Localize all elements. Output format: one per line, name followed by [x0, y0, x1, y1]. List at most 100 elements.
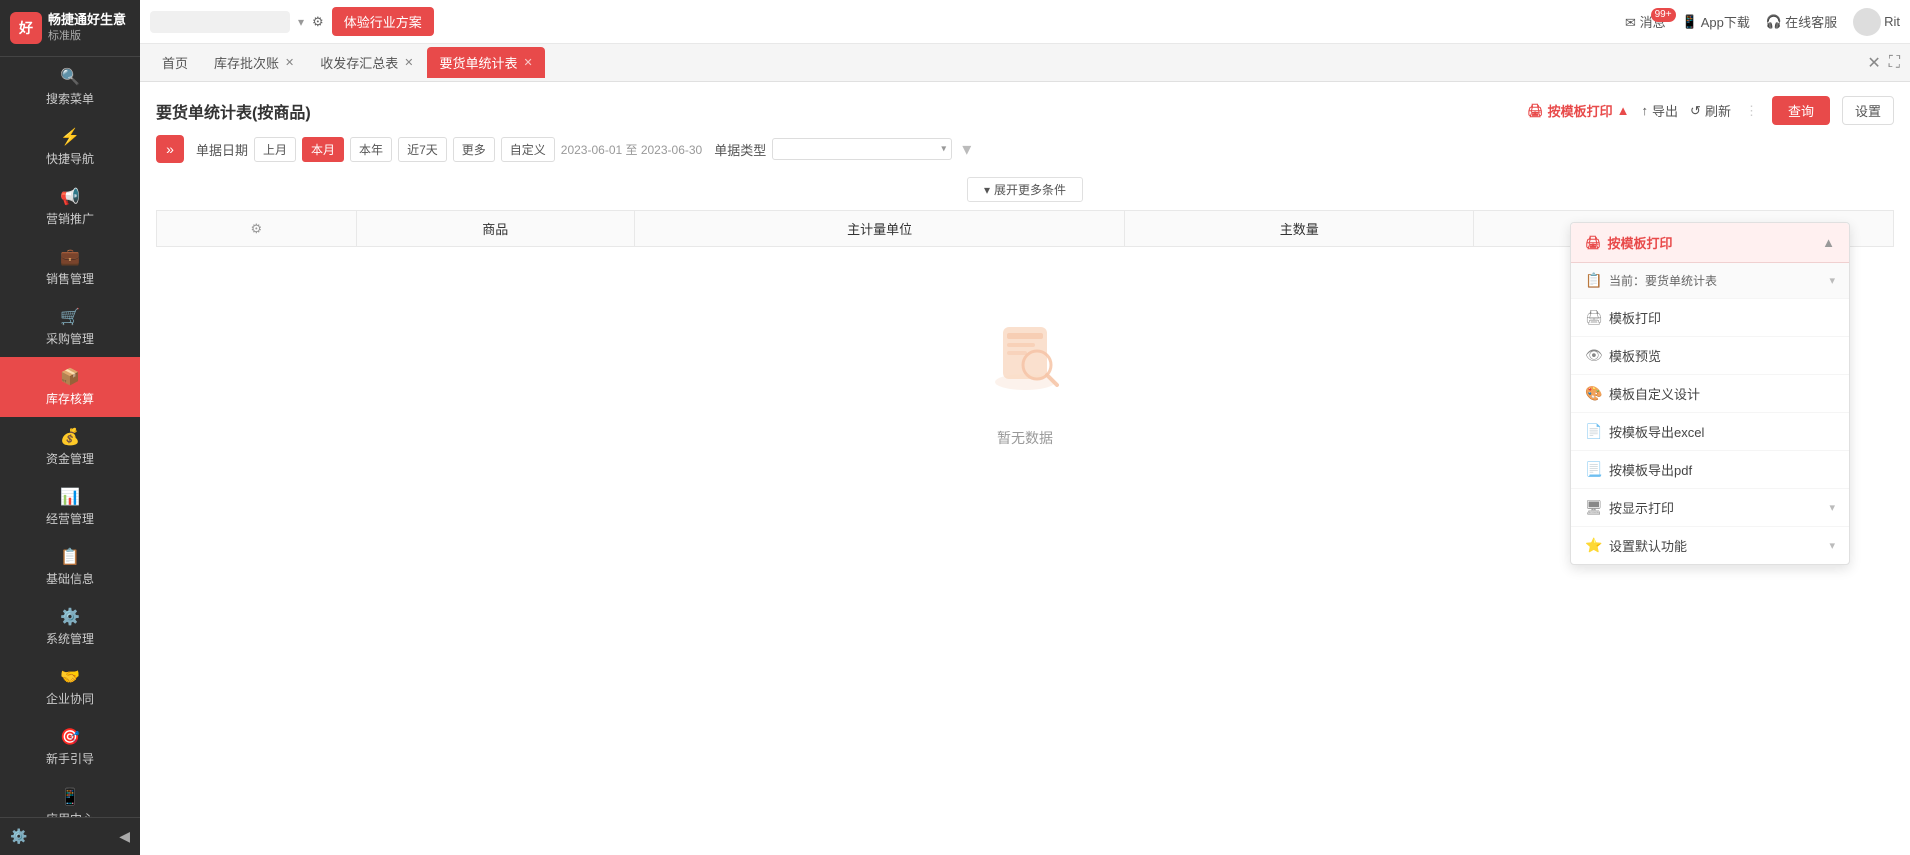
online-support-btn[interactable]: 🎧 在线客服 — [1766, 12, 1837, 31]
search-input[interactable] — [150, 11, 290, 33]
refresh-btn[interactable]: ↺ 刷新 — [1690, 101, 1731, 120]
sidebar: 好 畅捷通好生意 标准版 🔍 搜索菜单 ⚡ 快捷导航 📢 营销推广 💼 销售管理… — [0, 0, 140, 855]
tab-order-stats-label: 要货单统计表 — [439, 53, 517, 72]
sidebar-icon-finance: 💰 — [60, 427, 80, 447]
dropdown-header: 🖨 按模板打印 ▲ — [1571, 223, 1849, 263]
type-select[interactable] — [772, 138, 952, 160]
sidebar-item-guide[interactable]: 🎯 新手引导 — [0, 717, 140, 777]
print-dropdown-btn[interactable]: 🖨 按模板打印 ▲ — [1527, 101, 1629, 120]
tabbar: 首页 库存批次账 ✕ 收发存汇总表 ✕ 要货单统计表 ✕ ✕ ⛶ — [140, 44, 1910, 82]
sidebar-logo: 好 畅捷通好生意 标准版 — [0, 0, 140, 57]
dropdown-collapse-arrow[interactable]: ▲ — [1822, 235, 1835, 250]
dropdown-default-func[interactable]: ⭐ 设置默认功能 ▾ — [1571, 527, 1849, 564]
dropdown-template-excel[interactable]: 📄 按模板导出excel — [1571, 413, 1849, 451]
collapse-icon[interactable]: ◀ — [119, 828, 130, 845]
sidebar-item-appstore[interactable]: 📱 应用中心 — [0, 777, 140, 817]
sidebar-item-sales[interactable]: 💼 销售管理 — [0, 237, 140, 297]
current-label: 当前：要货单统计表 — [1609, 272, 1717, 289]
tab-order-stats[interactable]: 要货单统计表 ✕ — [427, 47, 544, 78]
dropdown-template-custom[interactable]: 🎨 模板自定义设计 — [1571, 375, 1849, 413]
dropdown-template-pdf[interactable]: 📃 按模板导出pdf — [1571, 451, 1849, 489]
sidebar-item-purchase[interactable]: 🛒 采购管理 — [0, 297, 140, 357]
tab-home[interactable]: 首页 — [150, 47, 200, 78]
app-download-btn[interactable]: 📱 App下载 — [1682, 12, 1750, 31]
settings-button[interactable]: 设置 — [1842, 96, 1894, 125]
tab-inventory-batch-label: 库存批次账 — [214, 53, 279, 72]
sidebar-item-marketing[interactable]: 📢 营销推广 — [0, 177, 140, 237]
filter-area: » 单据日期 上月 本月 本年 近7天 更多 自定义 2023-06-01 至 … — [140, 125, 1910, 173]
tab-inventory-batch-close[interactable]: ✕ — [285, 56, 294, 69]
sidebar-label-marketing: 营销推广 — [46, 210, 94, 227]
date-custom-btn[interactable]: 自定义 — [501, 137, 555, 162]
topbar-dropdown-arrow[interactable]: ▾ — [298, 15, 304, 29]
export-btn[interactable]: ↑ 导出 — [1642, 101, 1679, 120]
dropdown-template-print[interactable]: 🖨 模板打印 — [1571, 299, 1849, 337]
sidebar-icon-collab: 🤝 — [60, 667, 80, 687]
export-label: 导出 — [1652, 101, 1678, 120]
tab-maximize-btn[interactable]: ⛶ — [1889, 54, 1900, 72]
sidebar-item-collab[interactable]: 🤝 企业协同 — [0, 657, 140, 717]
template-excel-label: 按模板导出excel — [1609, 422, 1704, 441]
sidebar-icon-inventory: 📦 — [60, 367, 80, 387]
template-pdf-label: 按模板导出pdf — [1609, 460, 1692, 479]
sidebar-label-inventory: 库存核算 — [46, 390, 94, 407]
messages-btn[interactable]: ✉ 消息 99+ — [1625, 12, 1666, 31]
topbar-settings-icon[interactable]: ⚙ — [312, 14, 324, 30]
tab-summary[interactable]: 收发存汇总表 ✕ — [308, 47, 425, 78]
tab-close-all-btn[interactable]: ✕ — [1867, 53, 1880, 73]
date-more-btn[interactable]: 更多 — [453, 137, 495, 162]
headset-icon: 🎧 — [1766, 14, 1782, 30]
current-icon: 📋 — [1585, 272, 1601, 289]
print-header-icon: 🖨 — [1585, 235, 1602, 251]
page-actions: 🖨 按模板打印 ▲ ↑ 导出 ↺ 刷新 ⋮ 查询 设置 — [1527, 96, 1894, 125]
col-settings[interactable]: ⚙ — [157, 211, 357, 247]
online-support-label: 在线客服 — [1785, 12, 1837, 31]
sidebar-icon-marketing: 📢 — [60, 187, 80, 207]
sidebar-label-finance: 资金管理 — [46, 450, 94, 467]
display-print-arrow: ▾ — [1829, 501, 1835, 514]
table-settings-icon[interactable]: ⚙ — [251, 221, 263, 236]
user-avatar-area[interactable]: Rit — [1853, 8, 1900, 36]
messages-badge: 99+ — [1651, 8, 1676, 22]
date-last-month-btn[interactable]: 上月 — [254, 137, 296, 162]
sidebar-item-inventory[interactable]: 📦 库存核算 — [0, 357, 140, 417]
col-quantity: 主数量 — [1125, 211, 1474, 247]
printer-icon: 🖨 — [1527, 103, 1544, 119]
print-dropdown-arrow: ▲ — [1617, 103, 1630, 118]
template-preview-icon: 👁 — [1585, 347, 1601, 364]
sidebar-item-shortcut[interactable]: ⚡ 快捷导航 — [0, 117, 140, 177]
tab-inventory-batch[interactable]: 库存批次账 ✕ — [202, 47, 306, 78]
sidebar-icon-purchase: 🛒 — [60, 307, 80, 327]
tab-summary-close[interactable]: ✕ — [404, 56, 413, 69]
topbar-right: ✉ 消息 99+ 📱 App下载 🎧 在线客服 Rit — [1625, 8, 1900, 36]
date-this-month-btn[interactable]: 本月 — [302, 137, 344, 162]
default-func-label: 设置默认功能 — [1609, 536, 1687, 555]
sidebar-item-operation[interactable]: 📊 经营管理 — [0, 477, 140, 537]
sidebar-item-finance[interactable]: 💰 资金管理 — [0, 417, 140, 477]
dropdown-current-item[interactable]: 📋 当前：要货单统计表 ▾ — [1571, 263, 1849, 299]
dropdown-template-preview[interactable]: 👁 模板预览 — [1571, 337, 1849, 375]
sidebar-icon-appstore: 📱 — [60, 787, 80, 807]
content-area: 要货单统计表(按商品) 🖨 按模板打印 ▲ ↑ 导出 ↺ 刷新 ⋮ 查询 设置 — [140, 82, 1910, 855]
tab-order-stats-close[interactable]: ✕ — [524, 56, 533, 69]
trial-button[interactable]: 体验行业方案 — [332, 7, 434, 36]
expand-more-btn[interactable]: ▾ 展开更多条件 — [967, 177, 1083, 202]
sidebar-item-system[interactable]: ⚙️ 系统管理 — [0, 597, 140, 657]
logo-text: 畅捷通好生意 标准版 — [48, 12, 126, 43]
date-this-year-btn[interactable]: 本年 — [350, 137, 392, 162]
type-filter-group: 单据类型 ▾ — [714, 138, 971, 160]
sidebar-label-operation: 经营管理 — [46, 510, 94, 527]
empty-illustration — [975, 307, 1075, 416]
sidebar-item-basic[interactable]: 📋 基础信息 — [0, 537, 140, 597]
display-print-icon: 🖥 — [1585, 499, 1601, 516]
template-print-label: 模板打印 — [1609, 308, 1661, 327]
query-button[interactable]: 查询 — [1772, 96, 1830, 125]
filter-toggle-btn[interactable]: » — [156, 135, 184, 163]
date-last-7days-btn[interactable]: 近7天 — [398, 137, 447, 162]
sidebar-label-guide: 新手引导 — [46, 750, 94, 767]
default-func-icon: ⭐ — [1585, 537, 1601, 554]
sidebar-item-search[interactable]: 🔍 搜索菜单 — [0, 57, 140, 117]
dropdown-display-print[interactable]: 🖥 按显示打印 ▾ — [1571, 489, 1849, 527]
settings-footer-icon[interactable]: ⚙️ — [10, 828, 27, 845]
sidebar-label-collab: 企业协同 — [46, 690, 94, 707]
